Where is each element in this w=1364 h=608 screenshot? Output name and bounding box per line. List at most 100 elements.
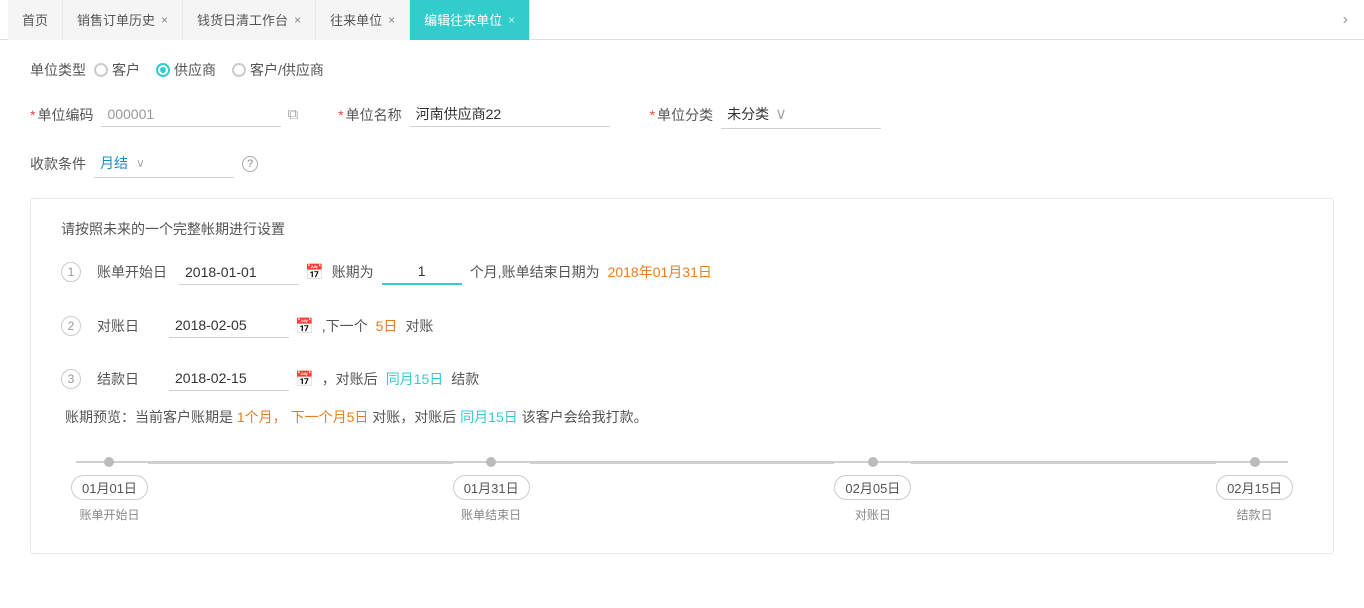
timeline-label-1: 账单开始日 bbox=[79, 506, 139, 523]
reconcile-desc-before: ,下一个 bbox=[322, 316, 368, 336]
timeline-label-3: 对账日 bbox=[855, 506, 891, 523]
payment-terms-value: 月结 bbox=[100, 153, 128, 173]
summary-part1: 1个月， bbox=[237, 409, 287, 425]
tab-sales-history[interactable]: 销售订单历史 × bbox=[63, 0, 183, 40]
timeline-label-2: 账单结束日 bbox=[461, 506, 521, 523]
summary-part3: 对账，对账后 bbox=[372, 409, 456, 425]
timeline-date-1: 01月01日 bbox=[71, 475, 148, 500]
row-2: 2 对账日 📅 ,下一个 5日 对账 bbox=[61, 313, 1303, 338]
row-number-3: 3 bbox=[61, 369, 81, 389]
timeline-node-2: 01月31日 账单结束日 bbox=[453, 451, 530, 523]
tab-cash-ledger-close[interactable]: × bbox=[294, 13, 301, 27]
tab-sales-history-label: 销售订单历史 bbox=[77, 10, 155, 29]
row-number-2: 2 bbox=[61, 316, 81, 336]
radio-customer-circle bbox=[94, 63, 108, 77]
timeline: 01月01日 账单开始日 01月31日 账单结束日 02月05日 对账日 bbox=[61, 451, 1303, 523]
payment-terms-row: 收款条件 月结 ∨ ? bbox=[30, 149, 1334, 178]
unit-type-row: 单位类型 客户 供应商 客户/供应商 bbox=[30, 60, 1334, 80]
radio-both-label: 客户/供应商 bbox=[250, 60, 324, 80]
start-date-input[interactable] bbox=[179, 260, 299, 285]
tab-cash-ledger[interactable]: 钱货日清工作台 × bbox=[183, 0, 316, 40]
summary-part5: 该客户会给我打款。 bbox=[522, 409, 648, 425]
end-date-highlight: 2018年01月31日 bbox=[608, 262, 712, 282]
tab-cash-ledger-label: 钱货日清工作台 bbox=[197, 10, 288, 29]
tab-partner-units-close[interactable]: × bbox=[388, 13, 395, 27]
reconcile-date-input[interactable] bbox=[169, 313, 289, 338]
period-input[interactable] bbox=[382, 259, 462, 285]
unit-code-label: 单位编码 bbox=[37, 105, 93, 125]
tab-edit-partner[interactable]: 编辑往来单位 × bbox=[410, 0, 530, 40]
payment-desc-after: 结款 bbox=[451, 369, 479, 389]
start-date-calendar[interactable]: 📅 bbox=[305, 263, 324, 281]
payment-terms-label: 收款条件 bbox=[30, 154, 86, 174]
tab-home-label: 首页 bbox=[22, 10, 48, 29]
radio-supplier-circle bbox=[156, 63, 170, 77]
unit-category-label: 单位分类 bbox=[657, 105, 713, 125]
tab-sales-history-close[interactable]: × bbox=[161, 13, 168, 27]
timeline-node-4: 02月15日 结款日 bbox=[1216, 451, 1293, 523]
unit-type-label: 单位类型 bbox=[30, 60, 86, 80]
unit-code-input[interactable] bbox=[101, 102, 281, 127]
radio-supplier[interactable]: 供应商 bbox=[156, 60, 216, 80]
tabs-bar: 首页 销售订单历史 × 钱货日清工作台 × 往来单位 × 编辑往来单位 × › bbox=[0, 0, 1364, 40]
inner-card: 请按照未来的一个完整帐期进行设置 1 账单开始日 📅 账期为 个月,账单结束日期… bbox=[30, 198, 1334, 554]
tab-edit-partner-label: 编辑往来单位 bbox=[424, 10, 502, 29]
unit-name-label: 单位名称 bbox=[346, 105, 402, 125]
unit-category-group: * 单位分类 未分类 ∨ bbox=[650, 100, 881, 129]
summary-prefix: 账期预览：当前客户账期是 bbox=[65, 409, 233, 425]
reconcile-desc-after: 对账 bbox=[405, 316, 433, 336]
timeline-date-3: 02月05日 bbox=[834, 475, 911, 500]
summary-part4: 同月15日 bbox=[460, 409, 518, 425]
unit-category-value: 未分类 bbox=[727, 104, 769, 124]
unit-code-group: * 单位编码 ⧉ bbox=[30, 102, 298, 127]
radio-supplier-label: 供应商 bbox=[174, 60, 216, 80]
payment-terms-dropdown[interactable]: 月结 ∨ bbox=[94, 149, 234, 178]
timeline-node-1: 01月01日 账单开始日 bbox=[71, 451, 148, 523]
timeline-node-3: 02月05日 对账日 bbox=[834, 451, 911, 523]
radio-both[interactable]: 客户/供应商 bbox=[232, 60, 324, 80]
tabs-arrow[interactable]: › bbox=[1335, 11, 1356, 29]
row-number-1: 1 bbox=[61, 262, 81, 282]
unit-type-radio-group: 客户 供应商 客户/供应商 bbox=[94, 60, 324, 80]
field-label-3: 结款日 bbox=[97, 369, 157, 389]
unit-name-star: * bbox=[338, 107, 343, 123]
radio-customer-label: 客户 bbox=[112, 60, 140, 80]
timeline-dot-4 bbox=[1250, 457, 1260, 467]
unit-category-dropdown[interactable]: 未分类 ∨ bbox=[721, 100, 881, 129]
unit-code-star: * bbox=[30, 107, 35, 123]
tab-partner-units-label: 往来单位 bbox=[330, 10, 382, 29]
timeline-label-4: 结款日 bbox=[1237, 506, 1273, 523]
timeline-dot-2 bbox=[486, 457, 496, 467]
unit-name-input[interactable] bbox=[410, 102, 610, 127]
payment-desc-before: ，对账后 bbox=[322, 369, 378, 389]
unit-code-copy-icon[interactable]: ⧉ bbox=[287, 106, 298, 123]
payment-date-input[interactable] bbox=[169, 366, 289, 391]
period-label-after: 个月,账单结束日期为 bbox=[470, 262, 600, 282]
reconcile-date-calendar[interactable]: 📅 bbox=[295, 317, 314, 335]
timeline-dot-1 bbox=[104, 457, 114, 467]
timeline-date-2: 01月31日 bbox=[453, 475, 530, 500]
payment-highlight: 同月15日 bbox=[386, 369, 444, 389]
payment-date-calendar[interactable]: 📅 bbox=[295, 370, 314, 388]
timeline-date-4: 02月15日 bbox=[1216, 475, 1293, 500]
tab-partner-units[interactable]: 往来单位 × bbox=[316, 0, 410, 40]
radio-both-circle bbox=[232, 63, 246, 77]
unit-category-arrow: ∨ bbox=[775, 104, 787, 124]
summary-part2: 下一个月5日 bbox=[291, 409, 369, 425]
unit-category-star: * bbox=[650, 107, 655, 123]
period-label-before: 账期为 bbox=[332, 262, 374, 282]
payment-terms-arrow: ∨ bbox=[136, 156, 145, 170]
inner-card-title: 请按照未来的一个完整帐期进行设置 bbox=[61, 219, 1303, 239]
radio-customer[interactable]: 客户 bbox=[94, 60, 140, 80]
help-icon[interactable]: ? bbox=[242, 156, 258, 172]
field-label-1: 账单开始日 bbox=[97, 262, 167, 282]
tab-edit-partner-close[interactable]: × bbox=[508, 13, 515, 27]
summary-text: 账期预览：当前客户账期是 1个月， 下一个月5日 对账，对账后 同月15日 该客… bbox=[61, 407, 1303, 427]
reconcile-highlight: 5日 bbox=[376, 316, 398, 336]
main-content: 单位类型 客户 供应商 客户/供应商 * 单位编码 ⧉ * 单位名称 bbox=[0, 40, 1364, 608]
unit-fields-row: * 单位编码 ⧉ * 单位名称 * 单位分类 未分类 ∨ bbox=[30, 100, 1334, 129]
field-label-2: 对账日 bbox=[97, 316, 157, 336]
unit-name-group: * 单位名称 bbox=[338, 102, 609, 127]
tab-home[interactable]: 首页 bbox=[8, 0, 63, 40]
row-1: 1 账单开始日 📅 账期为 个月,账单结束日期为 2018年01月31日 bbox=[61, 259, 1303, 285]
